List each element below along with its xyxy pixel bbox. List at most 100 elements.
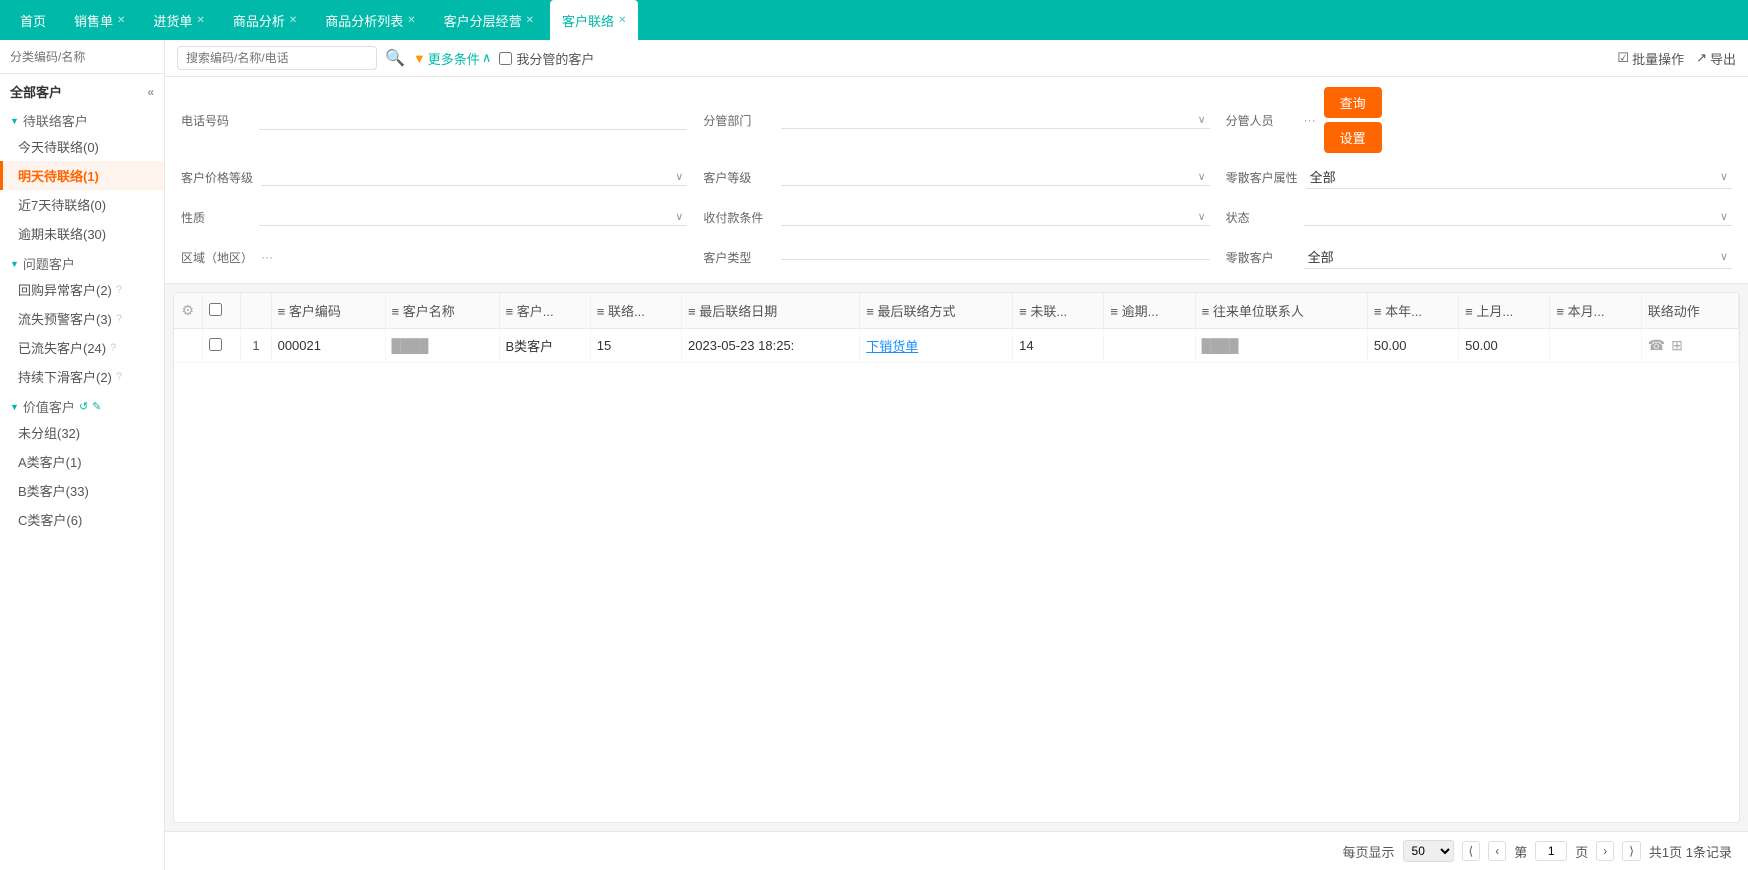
sidebar-item-class-a[interactable]: A类客户(1): [0, 447, 164, 476]
sidebar-item-tomorrow[interactable]: 明天待联络(1): [0, 161, 164, 190]
customer-level-select[interactable]: ∨: [781, 168, 1209, 186]
close-icon[interactable]: ✕: [196, 15, 204, 26]
batch-ops-button[interactable]: ☑ 批量操作: [1617, 49, 1684, 68]
gender-select[interactable]: ∨: [259, 208, 687, 226]
more-conditions-button[interactable]: ▼ 更多条件 ∧: [413, 49, 491, 68]
chevron-down-icon: ∨: [1720, 170, 1728, 183]
table-col-last-date[interactable]: ≡ 最后联络日期: [682, 293, 860, 329]
last-method-link[interactable]: 下销货单: [866, 339, 918, 354]
chevron-down-icon: ∨: [675, 170, 683, 183]
table-col-contact-count[interactable]: ≡ 联络...: [590, 293, 681, 329]
table-col-last-method[interactable]: ≡ 最后联络方式: [860, 293, 1013, 329]
page-number-input[interactable]: [1535, 841, 1567, 861]
filter-payment-row: 收付款条件 ∨: [703, 201, 1209, 233]
more-action-icon[interactable]: ⊞: [1671, 337, 1683, 354]
table-col-this-year[interactable]: ≡ 本年...: [1367, 293, 1458, 329]
price-level-select[interactable]: ∨: [261, 168, 687, 186]
chevron-down-icon: ∨: [675, 210, 683, 223]
chevron-down-icon: ∨: [1720, 250, 1728, 263]
close-icon[interactable]: ✕: [618, 15, 626, 26]
nav-home[interactable]: 首页: [8, 0, 58, 40]
row-action-cell: ☎ ⊞: [1641, 329, 1738, 363]
close-icon[interactable]: ✕: [526, 15, 534, 26]
chevron-up-icon: ∧: [482, 50, 492, 66]
nav-customer-tier[interactable]: 客户分层经营 ✕: [432, 0, 546, 40]
table-col-unit-contact[interactable]: ≡ 往来单位联系人: [1195, 293, 1367, 329]
table-col-name[interactable]: ≡ 客户名称: [385, 293, 499, 329]
sidebar-item-unclassified[interactable]: 未分组(32): [0, 418, 164, 447]
retail-customer-select[interactable]: 全部 ∨: [1304, 245, 1732, 269]
sidebar-item-today[interactable]: 今天待联络(0): [0, 132, 164, 161]
prev-page-button[interactable]: ‹: [1488, 841, 1506, 861]
table-settings-col[interactable]: ⚙: [174, 293, 202, 329]
table-col-no-contact[interactable]: ≡ 未联...: [1013, 293, 1104, 329]
filter-retail-customer-row: 零散客户 全部 ∨: [1226, 241, 1732, 273]
sidebar-item-class-c[interactable]: C类客户(6): [0, 505, 164, 534]
close-icon[interactable]: ✕: [407, 15, 415, 26]
row-unit-contact-cell: ████: [1195, 329, 1367, 363]
filter-retail-attr-row: 零散客户属性 全部 ∨: [1226, 161, 1732, 193]
edit-icon[interactable]: ✎: [92, 400, 101, 413]
filter-search-input[interactable]: [177, 46, 377, 70]
collapse-icon[interactable]: «: [147, 85, 154, 99]
page-size-select[interactable]: 50 100 200: [1403, 840, 1454, 862]
payment-select[interactable]: ∨: [781, 208, 1209, 226]
region-label: 区域（地区）: [181, 249, 253, 266]
row-gear-cell: [174, 329, 202, 363]
filter-customer-level-row: 客户等级 ∨: [703, 161, 1209, 193]
table-col-code[interactable]: ≡ 客户编码: [271, 293, 385, 329]
sidebar-item-repurchase[interactable]: 回购异常客户(2) ?: [0, 275, 164, 304]
close-icon[interactable]: ✕: [289, 15, 297, 26]
refresh-icon[interactable]: ↺: [79, 400, 88, 413]
nav-purchase[interactable]: 进货单 ✕: [141, 0, 216, 40]
nav-analysis[interactable]: 商品分析 ✕: [221, 0, 309, 40]
row-checkbox[interactable]: [209, 338, 222, 351]
contact-action-icon[interactable]: ☎: [1648, 337, 1665, 354]
retail-attr-select[interactable]: 全部 ∨: [1306, 165, 1732, 189]
customer-type-select[interactable]: [781, 255, 1209, 260]
nav-customer-contact[interactable]: 客户联络 ✕: [550, 0, 638, 40]
export-button[interactable]: ↗ 导出: [1696, 49, 1736, 68]
sidebar-item-declining[interactable]: 持续下滑客户(2) ?: [0, 362, 164, 391]
person-dots-button[interactable]: ···: [1304, 113, 1316, 127]
status-select[interactable]: ∨: [1304, 208, 1732, 226]
row-last-method-cell[interactable]: 下销货单: [860, 329, 1013, 363]
row-last-month-cell: 50.00: [1459, 329, 1550, 363]
nav-sales[interactable]: 销售单 ✕: [62, 0, 137, 40]
region-dots-button[interactable]: ···: [261, 250, 273, 264]
dept-select[interactable]: ∨: [781, 111, 1209, 129]
select-all-checkbox[interactable]: [209, 303, 222, 316]
filter-search-button[interactable]: 🔍: [385, 48, 405, 68]
table-col-this-month[interactable]: ≡ 本月...: [1550, 293, 1641, 329]
my-customers-checkbox[interactable]: [499, 52, 512, 65]
sidebar-item-week[interactable]: 近7天待联络(0): [0, 190, 164, 219]
table-col-type[interactable]: ≡ 客户...: [499, 293, 590, 329]
settings-button[interactable]: 设置: [1324, 122, 1382, 153]
customer-type-label: 客户类型: [703, 249, 773, 266]
gear-icon[interactable]: ⚙: [181, 302, 194, 318]
help-icon: ?: [116, 371, 122, 383]
row-checkbox-cell[interactable]: [202, 329, 241, 363]
sidebar-item-lost-risk[interactable]: 流失预警客户(3) ?: [0, 304, 164, 333]
phone-input[interactable]: [259, 111, 687, 130]
content-area: 🔍 ▼ 更多条件 ∧ 我分管的客户 ☑ 批量操作 ↗ 导出: [165, 40, 1748, 870]
sidebar-item-class-b[interactable]: B类客户(33): [0, 476, 164, 505]
nav-analysis-list[interactable]: 商品分析列表 ✕: [313, 0, 427, 40]
help-icon: ?: [116, 284, 122, 296]
sidebar-item-overdue[interactable]: 逾期未联络(30): [0, 219, 164, 248]
last-page-button[interactable]: ⟩: [1622, 841, 1641, 861]
first-page-button[interactable]: ⟨: [1462, 841, 1481, 861]
my-customers-checkbox-label[interactable]: 我分管的客户: [499, 49, 594, 68]
sidebar-search-input[interactable]: [10, 50, 165, 64]
page-label: 第: [1514, 842, 1527, 861]
gender-label: 性质: [181, 209, 251, 226]
table-col-overdue[interactable]: ≡ 逾期...: [1104, 293, 1195, 329]
row-name-cell: ████: [385, 329, 499, 363]
table-col-last-month[interactable]: ≡ 上月...: [1459, 293, 1550, 329]
row-this-month-cell: [1550, 329, 1641, 363]
close-icon[interactable]: ✕: [117, 15, 125, 26]
next-page-button[interactable]: ›: [1596, 841, 1614, 861]
query-button[interactable]: 查询: [1324, 87, 1382, 118]
sidebar-item-lost[interactable]: 已流失客户(24) ?: [0, 333, 164, 362]
table-checkbox-col[interactable]: [202, 293, 241, 329]
